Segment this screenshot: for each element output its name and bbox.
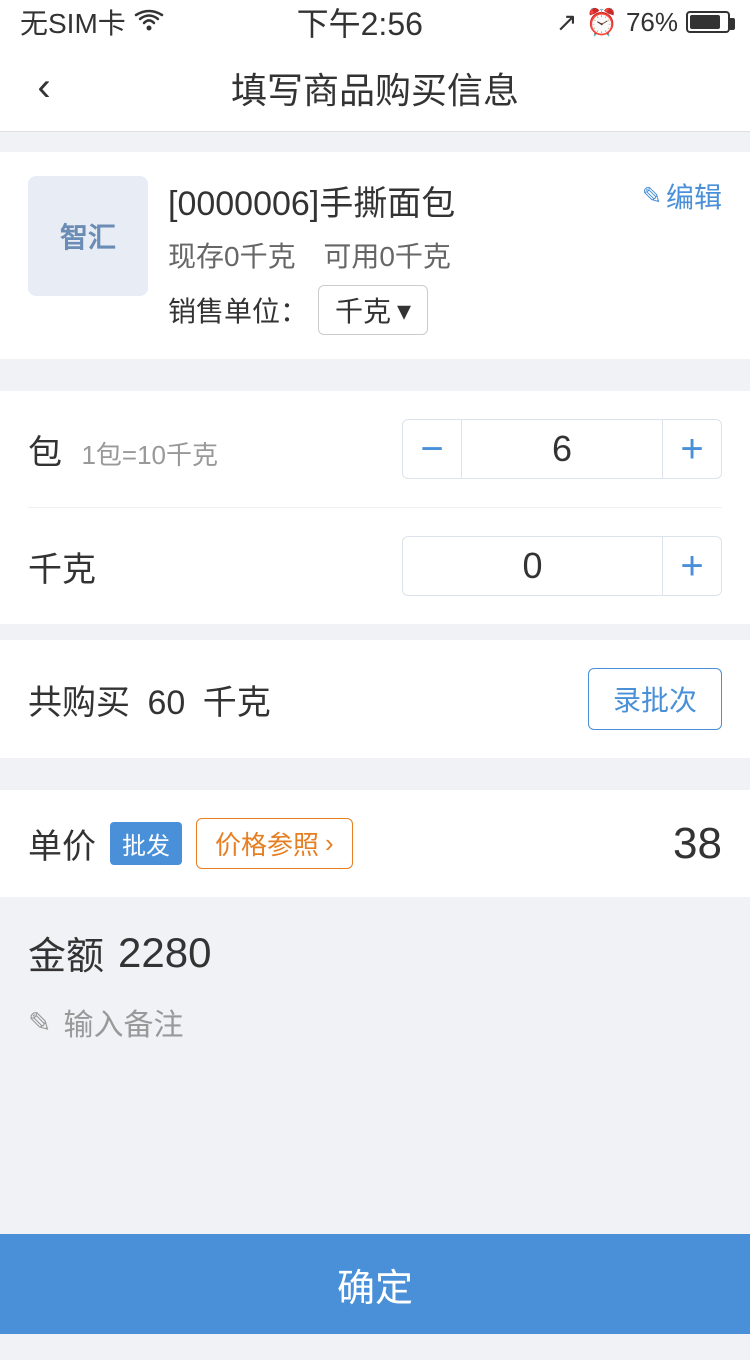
qty-label-kg: 千克 [28, 542, 96, 591]
batch-button[interactable]: 录批次 [588, 668, 722, 730]
status-right: ↗ ⏰ 76% [556, 7, 730, 38]
stock-label: 现存0千克 [168, 241, 296, 272]
carrier-label: 无SIM卡 [20, 2, 126, 42]
price-value: 38 [673, 819, 722, 869]
edit-button[interactable]: ✎ 编辑 [642, 176, 722, 216]
amount-value: 2280 [118, 929, 211, 977]
confirm-button[interactable]: 确定 [0, 1234, 750, 1334]
qty-input-kg[interactable] [402, 536, 662, 596]
back-button[interactable]: ‹ [0, 44, 88, 132]
amount-row: 金额 2280 [28, 925, 722, 980]
qty-increment-bao[interactable]: + [662, 419, 722, 479]
unit-select[interactable]: 千克 ▾ [318, 285, 428, 335]
total-text: 共购买 60 千克 [28, 675, 271, 724]
price-left: 单价 批发 价格参照 › [28, 818, 353, 869]
product-stock: 现存0千克 可用0千克 [168, 235, 722, 275]
qty-label-bao: 包 1包=10千克 [28, 425, 218, 474]
price-row: 单价 批发 价格参照 › 38 [28, 818, 722, 869]
status-left: 无SIM卡 [20, 2, 164, 42]
alarm-icon: ⏰ [586, 7, 618, 38]
qty-row-kg: 千克 + [28, 508, 722, 624]
remark-label: 输入备注 [63, 1000, 183, 1044]
total-unit: 千克 [203, 684, 271, 722]
amount-label: 金额 [28, 925, 104, 980]
available-label: 可用0千克 [323, 241, 451, 272]
total-prefix: 共购买 [28, 684, 130, 722]
qty-increment-kg[interactable]: + [662, 536, 722, 596]
divider-1 [0, 359, 750, 375]
qty-decrement-bao[interactable]: − [402, 419, 462, 479]
divider-2 [0, 758, 750, 774]
total-amount: 60 [147, 684, 185, 722]
qty-unit-bao: 包 [28, 434, 62, 472]
price-section: 单价 批发 价格参照 › 38 [0, 790, 750, 897]
price-label: 单价 [28, 819, 96, 868]
price-tag: 批发 [110, 822, 182, 865]
status-time: 下午2:56 [297, 0, 423, 45]
product-name: [0000006]手撕面包 [168, 176, 455, 225]
qty-input-bao[interactable] [462, 419, 662, 479]
amount-section: 金额 2280 ✎ 输入备注 [0, 897, 750, 1060]
quantity-section: 包 1包=10千克 − + 千克 + [0, 391, 750, 624]
price-ref-button[interactable]: 价格参照 › [196, 818, 353, 869]
qty-control-kg: + [402, 536, 722, 596]
qty-row-bao: 包 1包=10千克 − + [28, 391, 722, 508]
page-title: 填写商品购买信息 [231, 62, 519, 114]
product-logo: 智汇 [60, 216, 116, 256]
product-card: 智汇 [0000006]手撕面包 ✎ 编辑 现存0千克 可用0千克 销售单位： … [0, 152, 750, 359]
wifi-icon [134, 6, 164, 38]
product-thumbnail: 智汇 [28, 176, 148, 296]
back-icon: ‹ [37, 65, 50, 110]
unit-value: 千克 [335, 290, 391, 330]
location-icon: ↗ [556, 7, 578, 38]
status-bar: 无SIM卡 下午2:56 ↗ ⏰ 76% [0, 0, 750, 44]
product-info: [0000006]手撕面包 ✎ 编辑 现存0千克 可用0千克 销售单位： 千克 … [168, 176, 722, 335]
nav-bar: ‹ 填写商品购买信息 [0, 44, 750, 132]
qty-sublabel-bao: 1包=10千克 [81, 440, 218, 470]
total-section: 共购买 60 千克 录批次 [0, 640, 750, 758]
battery-icon [686, 11, 730, 33]
edit-label: 编辑 [666, 176, 722, 216]
price-ref-label: 价格参照 [215, 825, 319, 862]
product-unit-row: 销售单位： 千克 ▾ [168, 285, 722, 335]
dropdown-icon: ▾ [397, 294, 411, 327]
edit-icon: ✎ [642, 182, 662, 211]
price-ref-arrow: › [325, 828, 334, 859]
unit-label: 销售单位： [168, 290, 308, 330]
qty-control-bao: − + [402, 419, 722, 479]
remark-row[interactable]: ✎ 输入备注 [28, 1000, 722, 1044]
battery-percent: 76% [626, 7, 678, 38]
remark-icon: ✎ [28, 1006, 51, 1039]
